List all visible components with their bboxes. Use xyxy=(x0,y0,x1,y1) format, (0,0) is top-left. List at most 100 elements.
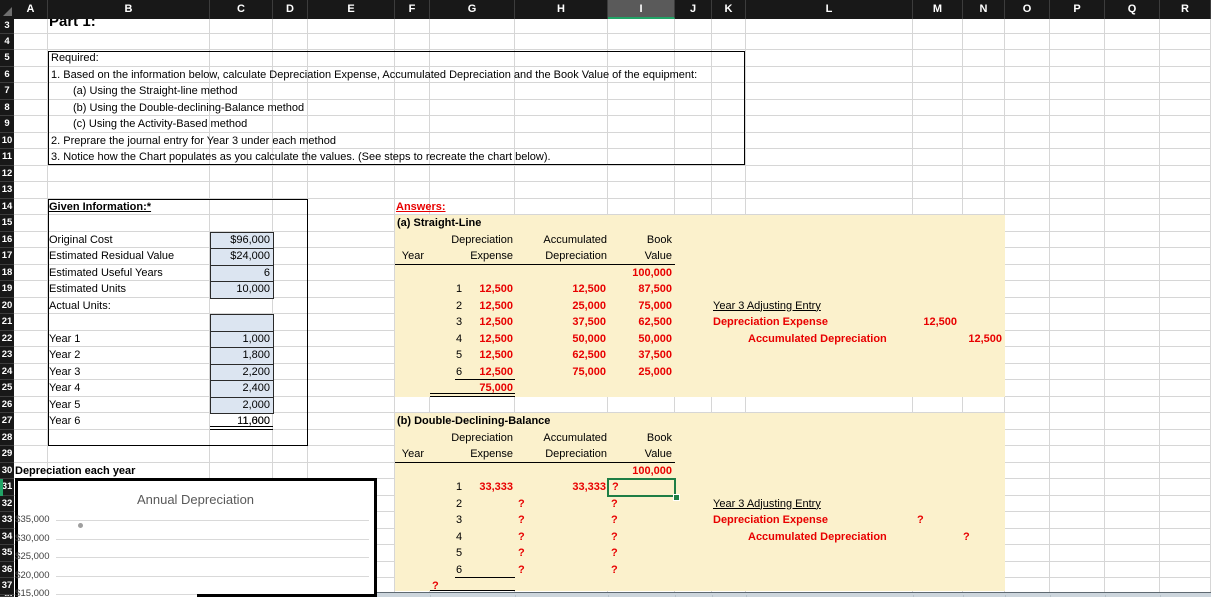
column-header-N[interactable]: N xyxy=(963,0,1005,19)
selected-cell[interactable] xyxy=(607,478,676,497)
year-cell[interactable]: 4 xyxy=(456,529,462,546)
column-header-H[interactable]: H xyxy=(515,0,608,19)
expense-cell[interactable]: ? xyxy=(518,512,525,529)
row-header-29[interactable]: 29 xyxy=(0,446,14,463)
embedded-chart[interactable]: Annual Depreciation $35,000$30,000$25,00… xyxy=(15,478,377,597)
row-header-30[interactable]: 30 xyxy=(0,463,14,480)
accumulated-cell[interactable]: 25,000 xyxy=(515,298,606,315)
expense-cell[interactable]: ? xyxy=(518,496,525,513)
column-header-M[interactable]: M xyxy=(913,0,963,19)
expense-cell[interactable]: ? xyxy=(518,529,525,546)
required-line[interactable]: (b) Using the Double-declining-Balance m… xyxy=(73,100,304,117)
book-value-cell[interactable]: 25,000 xyxy=(608,364,672,381)
entry-credit-amount[interactable]: 12,500 xyxy=(746,331,1002,348)
straight_line-title[interactable]: (a) Straight-Line xyxy=(397,215,481,232)
given-label[interactable]: Actual Units: xyxy=(49,298,111,315)
required-line[interactable]: 3. Notice how the Chart populates as you… xyxy=(51,149,551,166)
given-label[interactable]: Year 1 xyxy=(49,331,80,348)
row-header-6[interactable]: 6 xyxy=(0,67,14,84)
column-header-A[interactable]: A xyxy=(14,0,48,19)
row-header-5[interactable]: 5 xyxy=(0,50,14,67)
given-units-total[interactable]: 11,000 xyxy=(211,413,270,430)
answers-label[interactable]: Answers: xyxy=(396,199,446,216)
column-header-C[interactable]: C xyxy=(210,0,273,19)
accumulated-cell[interactable]: 33,333 xyxy=(515,479,606,496)
given-info-title[interactable]: Given Information:* xyxy=(49,199,151,216)
adjusting-entry-title[interactable]: Year 3 Adjusting Entry xyxy=(713,298,821,315)
opening-book-value[interactable]: 100,000 xyxy=(608,463,672,480)
adjusting-entry-title[interactable]: Year 3 Adjusting Entry xyxy=(713,496,821,513)
row-header-10[interactable]: 10 xyxy=(0,133,14,150)
accumulated-cell[interactable]: 37,500 xyxy=(515,314,606,331)
column-header-I[interactable]: I xyxy=(608,0,675,19)
given-label[interactable]: Estimated Units xyxy=(49,281,126,298)
expense-cell[interactable]: 12,500 xyxy=(430,314,513,331)
row-header-9[interactable]: 9 xyxy=(0,116,14,133)
opening-book-value[interactable]: 100,000 xyxy=(608,265,672,282)
column-header-L[interactable]: L xyxy=(746,0,913,19)
required-line[interactable]: 1. Based on the information below, calcu… xyxy=(51,67,697,84)
expense-cell[interactable]: 12,500 xyxy=(430,347,513,364)
expense-cell[interactable]: 12,500 xyxy=(430,298,513,315)
given-value[interactable]: 1,000 xyxy=(211,331,270,348)
given-label[interactable]: Year 3 xyxy=(49,364,80,381)
column-header-P[interactable]: P xyxy=(1050,0,1105,19)
row-header-12[interactable]: 12 xyxy=(0,166,14,183)
given-value[interactable]: 2,400 xyxy=(211,380,270,397)
accumulated-cell[interactable]: ? xyxy=(611,496,618,513)
row-header-35[interactable]: 35 xyxy=(0,545,14,562)
expense-cell[interactable]: 12,500 xyxy=(430,364,513,381)
column-header-Q[interactable]: Q xyxy=(1105,0,1160,19)
given-value[interactable]: 1,800 xyxy=(211,347,270,364)
column-header-F[interactable]: F xyxy=(395,0,430,19)
given-label[interactable]: Year 6 xyxy=(49,413,80,430)
required-line[interactable]: 2. Preprare the journal entry for Year 3… xyxy=(51,133,336,150)
row-header-16[interactable]: 16 xyxy=(0,232,14,249)
part-title[interactable]: Part 1: xyxy=(49,19,249,32)
row-header-17[interactable]: 17 xyxy=(0,248,14,265)
year-cell[interactable]: 5 xyxy=(456,545,462,562)
year-cell[interactable]: 2 xyxy=(456,496,462,513)
expense-cell[interactable]: 12,500 xyxy=(430,331,513,348)
book-value-cell[interactable]: 37,500 xyxy=(608,347,672,364)
row-header-19[interactable]: 19 xyxy=(0,281,14,298)
row-header-18[interactable]: 18 xyxy=(0,265,14,282)
required-heading[interactable]: Required: xyxy=(51,50,99,67)
row-header-26[interactable]: 26 xyxy=(0,397,14,414)
accumulated-cell[interactable]: ? xyxy=(611,512,618,529)
row-header-21[interactable]: 21 xyxy=(0,314,14,331)
row-header-20[interactable]: 20 xyxy=(0,298,14,315)
expense-cell[interactable]: 12,500 xyxy=(430,281,513,298)
accumulated-cell[interactable]: 50,000 xyxy=(515,331,606,348)
given-label[interactable]: Original Cost xyxy=(49,232,113,249)
row-header-23[interactable]: 23 xyxy=(0,347,14,364)
row-header-3[interactable]: 3 xyxy=(0,19,14,34)
row-header-36[interactable]: 36 xyxy=(0,562,14,579)
given-label[interactable]: Estimated Residual Value xyxy=(49,248,174,265)
select-all-corner[interactable] xyxy=(0,0,14,19)
accumulated-cell[interactable]: 62,500 xyxy=(515,347,606,364)
row-header-27[interactable]: 27 xyxy=(0,413,14,430)
accumulated-cell[interactable]: ? xyxy=(611,529,618,546)
year-cell[interactable]: 6 xyxy=(456,562,462,579)
row-header-32[interactable]: 32 xyxy=(0,496,14,513)
row-header-24[interactable]: 24 xyxy=(0,364,14,381)
column-header-B[interactable]: B xyxy=(48,0,210,19)
given-value[interactable]: 6 xyxy=(211,265,270,282)
given-label[interactable]: Year 2 xyxy=(49,347,80,364)
row-header-25[interactable]: 25 xyxy=(0,380,14,397)
row-header-4[interactable]: 4 xyxy=(0,34,14,51)
accumulated-cell[interactable]: 12,500 xyxy=(515,281,606,298)
expense-cell[interactable]: ? xyxy=(518,545,525,562)
accumulated-cell[interactable]: ? xyxy=(611,562,618,579)
total-expense[interactable]: 75,000 xyxy=(430,380,513,397)
row-header-14[interactable]: 14 xyxy=(0,199,14,216)
book-value-cell[interactable]: 62,500 xyxy=(608,314,672,331)
row-header-15[interactable]: 15 xyxy=(0,215,14,232)
row-header-13[interactable]: 13 xyxy=(0,182,14,199)
given-value[interactable]: 2,200 xyxy=(211,364,270,381)
column-header-J[interactable]: J xyxy=(675,0,712,19)
book-value-cell[interactable]: 75,000 xyxy=(608,298,672,315)
given-value[interactable]: 10,000 xyxy=(211,281,270,298)
given-value[interactable]: 2,000 xyxy=(211,397,270,414)
